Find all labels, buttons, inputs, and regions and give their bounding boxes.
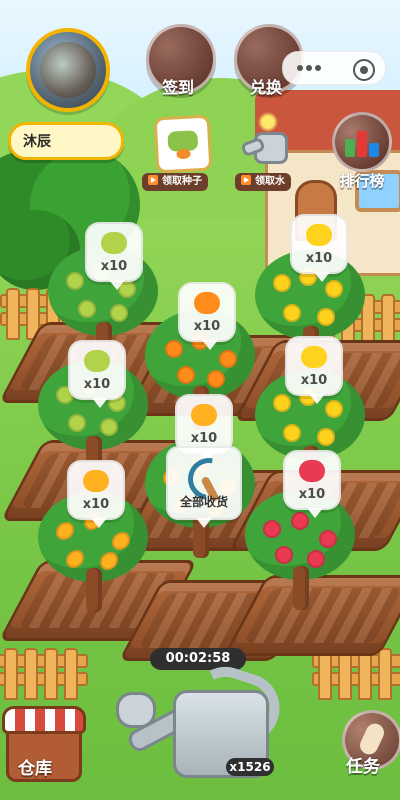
raspberry-fruit: [263, 520, 281, 538]
seed-pack-icon[interactable]: [153, 114, 213, 174]
warehouse-label: 仓库: [18, 759, 52, 779]
sparkle-icon: [256, 110, 280, 134]
checkin-label: 签到: [161, 78, 194, 97]
kiwi-fruit: [66, 272, 84, 290]
fence-left-lower: [0, 640, 88, 700]
fruit-count: x10: [100, 259, 128, 274]
fruit-bubble-raspberry[interactable]: x10: [283, 450, 341, 518]
kiwi-icon: [84, 350, 110, 372]
kiwi-icon: [101, 232, 127, 254]
podium-icon: [345, 127, 379, 157]
banana-fruit: [317, 308, 335, 326]
fruit-count: x10: [298, 487, 326, 502]
close-mini-program-icon: [353, 59, 375, 81]
mango-icon: [83, 470, 109, 492]
kiwi-fruit: [110, 304, 128, 322]
get-water-button[interactable]: 领取水: [235, 173, 291, 191]
raspberry-fruit: [275, 546, 293, 564]
fruit-count: x10: [82, 497, 110, 512]
ranking-label: 排行榜: [339, 172, 385, 190]
kiwi-fruit: [68, 414, 86, 432]
fruit-bubble-kiwi[interactable]: x10: [85, 222, 143, 290]
fruit-bubble-orange[interactable]: x10: [178, 282, 236, 350]
tasks-label: 任务: [346, 757, 380, 777]
orange-fruit: [177, 366, 195, 384]
banana-fruit: [325, 400, 343, 418]
get-seeds-button[interactable]: 领取种子: [142, 173, 208, 191]
banana-fruit: [317, 428, 335, 446]
player-name-pill[interactable]: 沐辰: [8, 122, 124, 160]
water-can-icon[interactable]: [238, 110, 290, 166]
harvest-all-button[interactable]: 全部收货: [166, 446, 242, 528]
orange-fruit: [219, 350, 237, 368]
raspberry-fruit: [319, 530, 337, 548]
mango-icon: [191, 404, 217, 426]
tree-trunk: [86, 568, 102, 612]
fruit-bubble-mango[interactable]: x10: [67, 460, 125, 528]
kiwi-fruit: [100, 418, 118, 436]
banana-fruit: [273, 274, 291, 292]
ranking-button[interactable]: [332, 112, 392, 172]
fruit-count: x10: [190, 431, 218, 446]
raspberry-fruit: [307, 550, 325, 568]
banana-fruit: [283, 304, 301, 322]
player-name: 沐辰: [23, 134, 51, 150]
kiwi-fruit: [78, 300, 96, 318]
warehouse-button[interactable]: 仓库: [0, 706, 86, 800]
avatar[interactable]: [26, 28, 110, 112]
fruit-count: x10: [305, 251, 333, 266]
play-icon: [241, 175, 251, 185]
fruit-count: x10: [193, 319, 221, 334]
play-icon: [148, 175, 158, 185]
get-seeds-label: 领取种子: [162, 176, 202, 187]
fruit-count: x10: [300, 373, 328, 388]
raspberry-icon: [299, 460, 325, 482]
fruit-bubble-kiwi[interactable]: x10: [68, 340, 126, 408]
fruit-bubble-mango[interactable]: x10: [175, 394, 233, 462]
water-count-badge: x1526: [226, 758, 274, 776]
mini-program-capsule[interactable]: [282, 51, 386, 85]
harvest-all-label: 全部收货: [179, 495, 228, 509]
fruit-bubble-banana[interactable]: x10: [285, 336, 343, 404]
banana-icon: [306, 224, 332, 246]
orange-fruit: [207, 370, 225, 388]
tree-trunk: [293, 566, 309, 610]
fruit-count: x10: [83, 377, 111, 392]
more-icon: [297, 65, 321, 71]
banana-fruit: [273, 394, 291, 412]
orange-icon: [194, 292, 220, 314]
banana-icon: [301, 346, 327, 368]
tasks-button[interactable]: 任务: [330, 700, 400, 800]
fruit-bubble-banana[interactable]: x10: [290, 214, 348, 282]
banana-fruit: [325, 280, 343, 298]
orange-fruit: [165, 340, 183, 358]
banana-fruit: [283, 424, 301, 442]
get-water-label: 领取水: [255, 176, 285, 187]
awning-icon: [2, 706, 86, 734]
